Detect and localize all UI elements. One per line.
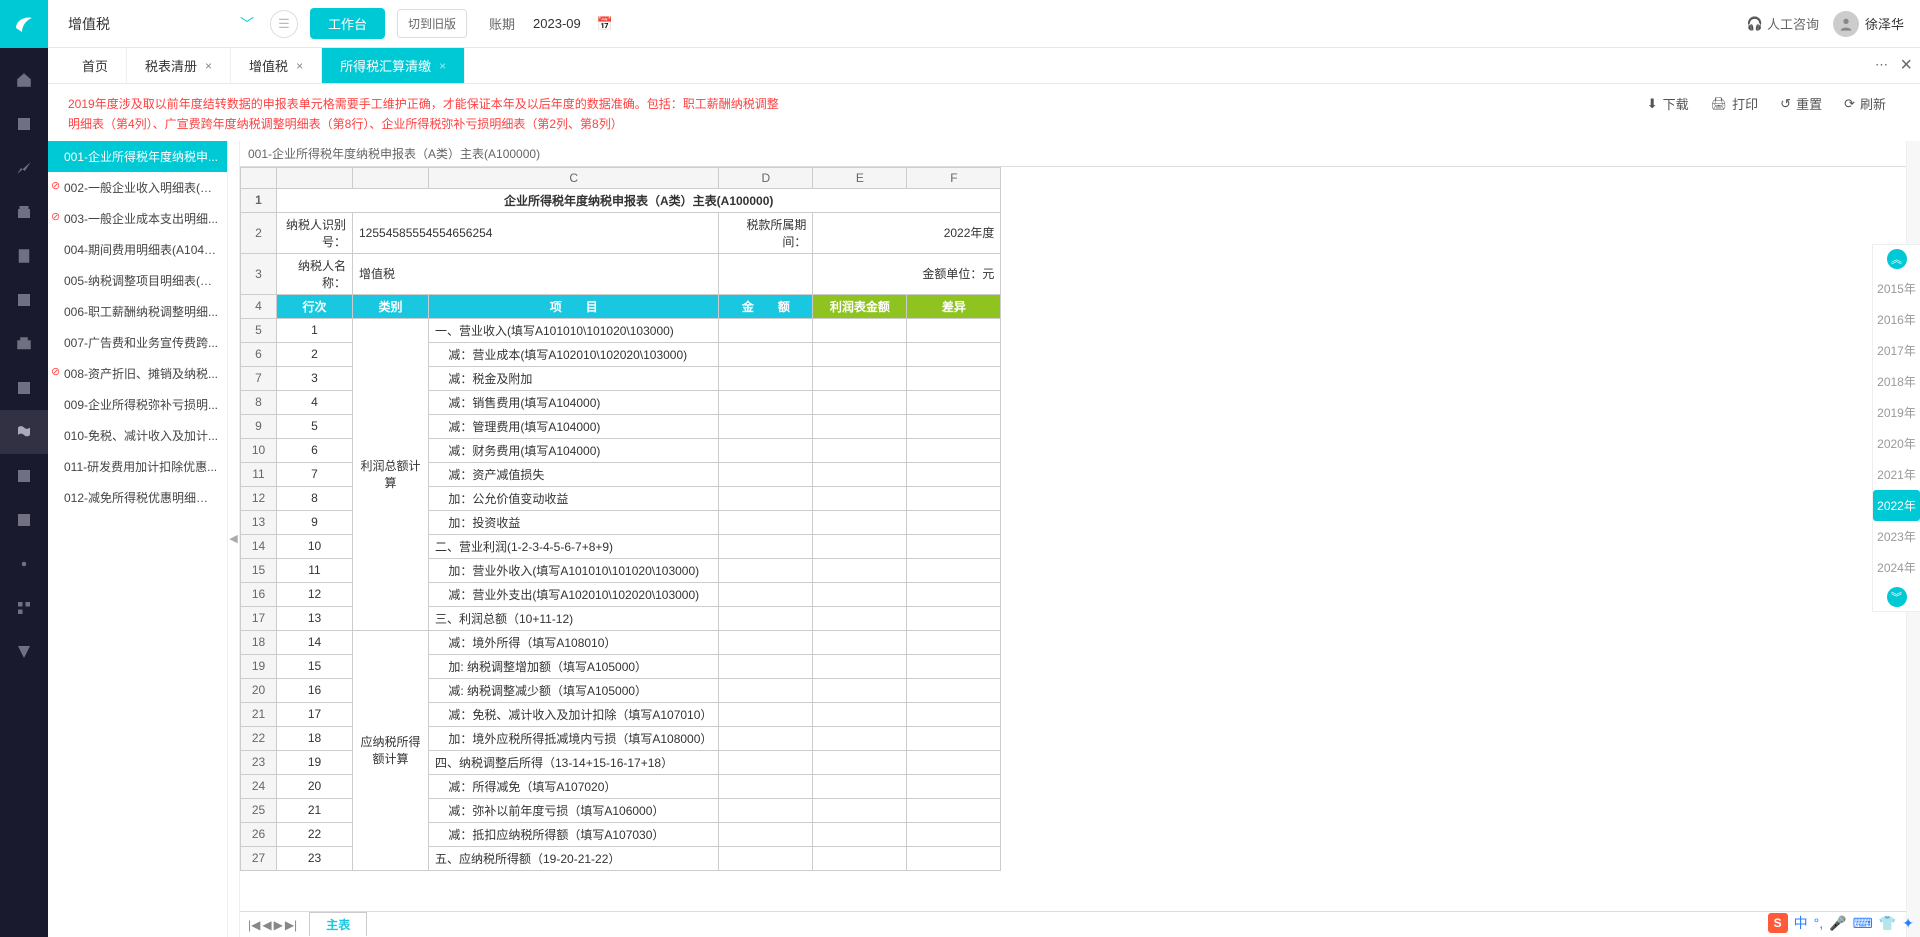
topbar: 增值税 ﹀ ☰ 工作台 切到旧版 账期 2023-09 📅 🎧人工咨询 徐泽华 [48,0,1920,48]
sheet-first-icon[interactable]: |◀ [248,918,260,932]
year-item[interactable]: 2022年 [1873,490,1920,521]
ime-logo-icon[interactable]: S [1768,913,1788,933]
download-button[interactable]: ⬇下载 [1647,94,1689,113]
nav-salary-icon[interactable] [0,366,48,410]
print-button[interactable]: 🖨打印 [1711,94,1759,113]
tree-item[interactable]: 007-广告费和业务宣传费跨... [48,327,227,358]
sheet-next-icon[interactable]: ▶ [274,918,283,932]
tab-home[interactable]: 首页 [64,48,127,83]
download-icon: ⬇ [1647,96,1658,112]
sheet-last-icon[interactable]: ▶| [285,918,297,932]
app-logo[interactable] [0,0,48,48]
consult-link[interactable]: 🎧人工咨询 [1747,14,1819,33]
sheet-footer: |◀ ◀ ▶ ▶| 主表 [240,911,1906,937]
close-icon[interactable]: × [205,59,212,73]
nav-chart-icon[interactable] [0,146,48,190]
ime-skin-icon[interactable]: 👕 [1879,915,1896,932]
nav-app-icon[interactable] [0,586,48,630]
company-selector[interactable]: 增值税 ﹀ [64,14,258,34]
refresh-icon: ⟳ [1844,96,1855,112]
tree-item[interactable]: 004-期间费用明细表(A1040... [48,234,227,265]
tree-item[interactable]: ⊘002-一般企业收入明细表(A1... [48,172,227,203]
nav-tax-icon[interactable] [0,410,48,454]
ime-voice-icon[interactable]: 🎤 [1829,915,1846,932]
ime-keyboard-icon[interactable]: ⌨ [1853,915,1873,932]
tree-item[interactable]: 001-企业所得税年度纳税申... [48,141,227,172]
nav-home-icon[interactable] [0,58,48,102]
company-name: 增值税 [68,14,110,34]
calendar-icon[interactable]: 📅 [597,16,613,32]
year-item[interactable]: 2019年 [1873,397,1920,428]
username: 徐泽华 [1865,14,1904,33]
workbench-button[interactable]: 工作台 [310,8,385,39]
reset-button[interactable]: ↺重置 [1780,94,1822,113]
year-item[interactable]: 2021年 [1873,459,1920,490]
tree-item[interactable]: ⊘003-一般企业成本支出明细... [48,203,227,234]
refresh-button[interactable]: ⟳刷新 [1844,94,1886,113]
warning-banner: 2019年度涉及取以前年度结转数据的申报表单元格需要手工维护正确，才能保证本年及… [68,94,788,135]
period-value: 2023-09 [533,16,581,31]
chevron-down-icon: ﹀ [240,14,254,34]
ime-indicator: S 中 °, 🎤 ⌨ 👕 ✦ [1768,913,1914,933]
collapse-left-icon[interactable]: ◀ [228,141,240,937]
year-item[interactable]: 2016年 [1873,304,1920,335]
tab-income-tax[interactable]: 所得税汇算清缴× [322,48,465,83]
list-icon-button[interactable]: ☰ [270,10,298,38]
tabs-menu-icon[interactable]: ⋯ [1875,57,1888,73]
close-icon[interactable]: × [296,59,303,73]
formula-bar: 001-企业所得税年度纳税申报表（A类）主表(A100000) [240,141,1906,167]
tree-item[interactable]: 009-企业所得税弥补亏损明... [48,389,227,420]
headset-icon: 🎧 [1747,16,1763,32]
nav-money-icon[interactable] [0,190,48,234]
nav-archive-icon[interactable] [0,454,48,498]
year-item[interactable]: 2020年 [1873,428,1920,459]
close-icon[interactable]: × [439,59,446,73]
spreadsheet[interactable]: CDEF1企业所得税年度纳税申报表（A类）主表(A100000)2纳税人识别号：… [240,167,1906,911]
form-tree: 001-企业所得税年度纳税申...⊘002-一般企业收入明细表(A1...⊘00… [48,141,228,937]
tab-vat[interactable]: 增值税× [231,48,322,83]
tab-tax-list[interactable]: 税表清册× [127,48,231,83]
nav-close-icon[interactable] [0,498,48,542]
year-item[interactable]: 2023年 [1873,521,1920,552]
nav-book-icon[interactable] [0,234,48,278]
left-sidebar [0,0,48,937]
year-item[interactable]: 2018年 [1873,366,1920,397]
tree-item[interactable]: 005-纳税调整项目明细表(A1... [48,265,227,296]
tree-item[interactable]: 006-职工薪酬纳税调整明细... [48,296,227,327]
tree-item[interactable]: 012-减免所得税优惠明细表(... [48,482,227,513]
nav-asset-icon[interactable] [0,322,48,366]
user-avatar[interactable] [1833,11,1859,37]
period-label: 账期 [489,14,515,33]
close-all-icon[interactable]: × [1900,54,1912,77]
year-item[interactable]: 2015年 [1873,273,1920,304]
year-item[interactable]: 2024年 [1873,552,1920,583]
ime-punct-icon[interactable]: °, [1814,915,1824,931]
nav-voucher-icon[interactable] [0,102,48,146]
year-rail: ︽ 2015年2016年2017年2018年2019年2020年2021年202… [1872,244,1920,612]
nav-report-icon[interactable] [0,278,48,322]
sheet-prev-icon[interactable]: ◀ [262,918,271,932]
tree-item[interactable]: 010-免税、减计收入及加计... [48,420,227,451]
ime-lang-icon[interactable]: 中 [1794,913,1808,933]
reset-icon: ↺ [1780,96,1791,112]
page-tabs: 首页 税表清册× 增值税× 所得税汇算清缴× ⋯ × [48,48,1920,84]
tree-item[interactable]: 011-研发费用加计扣除优惠... [48,451,227,482]
nav-v-icon[interactable] [0,630,48,674]
year-up-icon[interactable]: ︽ [1887,249,1907,269]
print-icon: 🖨 [1711,96,1728,112]
year-item[interactable]: 2017年 [1873,335,1920,366]
ime-tool-icon[interactable]: ✦ [1902,915,1914,932]
tree-item[interactable]: ⊘008-资产折旧、摊销及纳税... [48,358,227,389]
year-down-icon[interactable]: ︾ [1887,587,1907,607]
nav-settings-icon[interactable] [0,542,48,586]
switch-old-button[interactable]: 切到旧版 [397,9,467,38]
sheet-tab-main[interactable]: 主表 [309,912,367,936]
